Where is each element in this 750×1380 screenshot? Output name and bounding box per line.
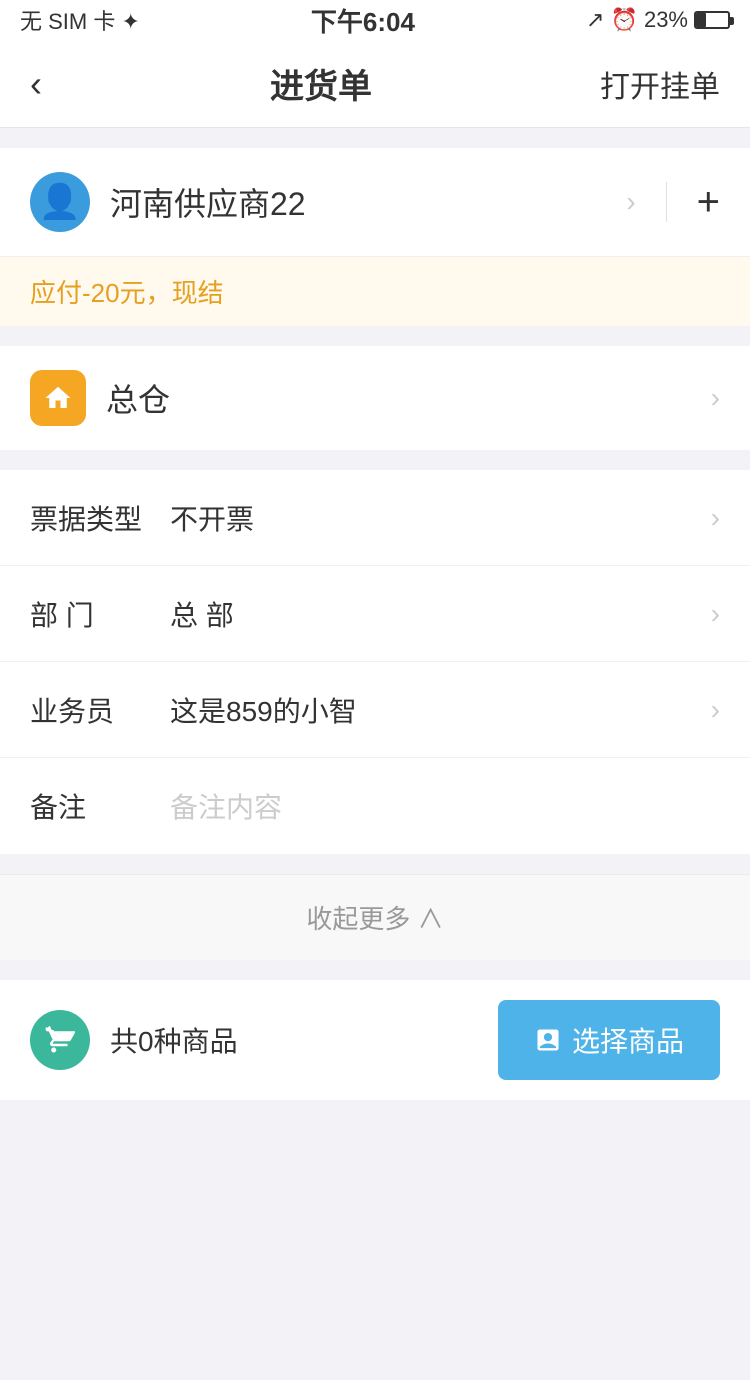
remark-label: 备注 (30, 786, 150, 826)
house-svg-icon (43, 383, 73, 413)
page-title: 进货单 (270, 59, 372, 108)
remark-input[interactable]: 备注内容 (150, 786, 720, 826)
status-bar: 无 SIM 卡 ✦ 下午6:04 ↗ ⏰ 23% (0, 0, 750, 40)
warehouse-chevron-icon: › (711, 382, 720, 414)
supplier-avatar: 👤 (30, 172, 90, 232)
salesperson-label: 业务员 (30, 690, 150, 730)
supplier-divider (666, 182, 667, 222)
warehouse-label: 总仓 (106, 375, 711, 421)
status-right: ↗ ⏰ 23% (586, 7, 730, 33)
battery-icon-bar (694, 11, 730, 29)
cart-svg-icon (45, 1025, 75, 1055)
status-left: 无 SIM 卡 ✦ (20, 4, 140, 36)
select-product-label: 选择商品 (572, 1020, 684, 1060)
department-chevron-icon: › (711, 598, 720, 630)
form-row-remark[interactable]: 备注 备注内容 (0, 758, 750, 854)
open-pending-button[interactable]: 打开挂单 (600, 62, 720, 106)
notice-banner: 应付-20元，现结 (0, 257, 750, 326)
form-section: 票据类型 不开票 › 部 门 总 部 › 业务员 这是859的小智 › 备注 备… (0, 470, 750, 854)
back-button[interactable]: ‹ (30, 63, 42, 105)
warehouse-icon (30, 370, 86, 426)
section-gap-1 (0, 128, 750, 148)
invoice-type-chevron-icon: › (711, 502, 720, 534)
nav-bar: ‹ 进货单 打开挂单 (0, 40, 750, 128)
invoice-type-value: 不开票 (150, 498, 711, 538)
battery-percent: 23% (644, 7, 688, 33)
select-product-button[interactable]: 选择商品 (498, 1000, 720, 1080)
form-row-department[interactable]: 部 门 总 部 › (0, 566, 750, 662)
bottom-bar: 共0种商品 选择商品 (0, 980, 750, 1100)
supplier-row[interactable]: 👤 河南供应商22 › + (0, 148, 750, 257)
product-count-label: 共0种商品 (110, 1020, 498, 1060)
warehouse-section[interactable]: 总仓 › (0, 346, 750, 450)
form-row-salesperson[interactable]: 业务员 这是859的小智 › (0, 662, 750, 758)
battery-icon: ↗ ⏰ (586, 7, 638, 33)
person-icon: 👤 (39, 182, 81, 222)
salesperson-chevron-icon: › (711, 694, 720, 726)
collapse-bar[interactable]: 收起更多 ∧ (0, 874, 750, 960)
product-icon (30, 1010, 90, 1070)
status-time: 下午6:04 (311, 2, 415, 39)
sim-status: 无 SIM 卡 ✦ (20, 4, 140, 36)
form-row-invoice[interactable]: 票据类型 不开票 › (0, 470, 750, 566)
salesperson-value: 这是859的小智 (150, 690, 711, 730)
select-product-icon (534, 1026, 562, 1054)
department-label: 部 门 (30, 594, 150, 634)
add-supplier-button[interactable]: + (697, 180, 720, 225)
supplier-chevron-icon: › (626, 186, 635, 218)
department-value: 总 部 (150, 594, 711, 634)
supplier-name: 河南供应商22 (110, 179, 626, 225)
warehouse-row[interactable]: 总仓 › (0, 346, 750, 450)
invoice-type-label: 票据类型 (30, 498, 150, 538)
page-background (0, 1100, 750, 1380)
supplier-section: 👤 河南供应商22 › + 应付-20元，现结 (0, 148, 750, 326)
